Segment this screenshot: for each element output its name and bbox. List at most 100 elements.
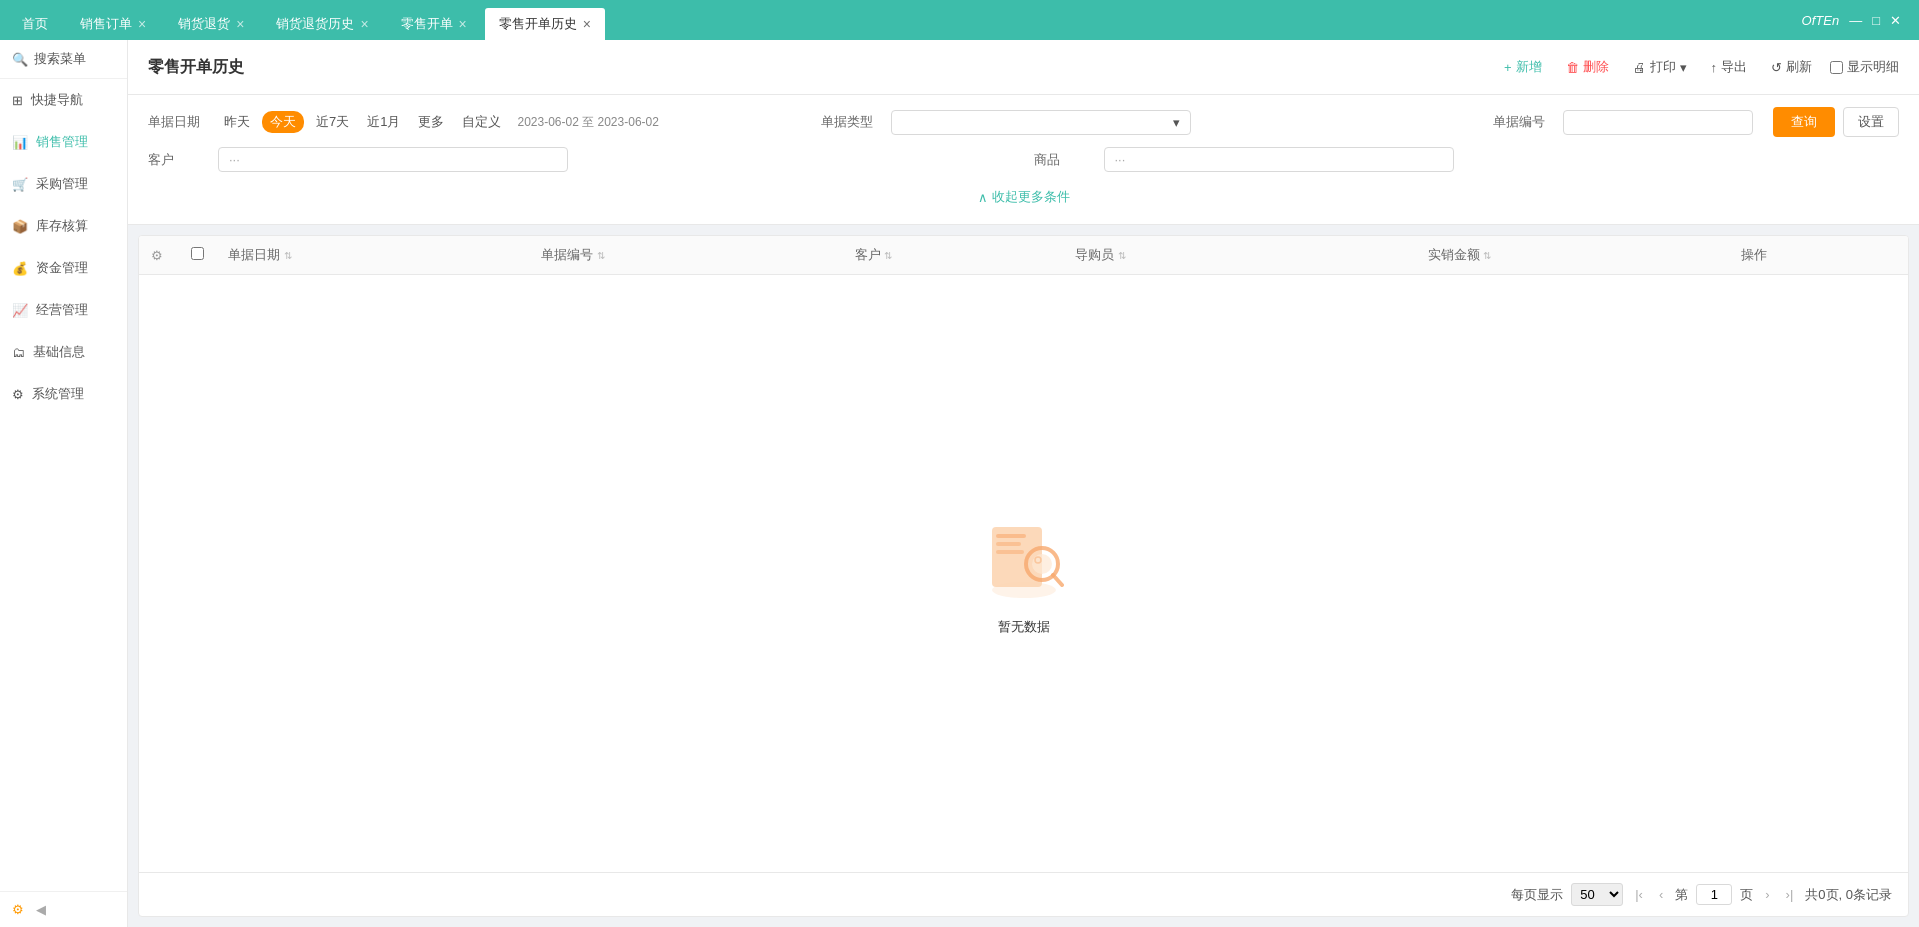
query-button[interactable]: 查询 [1773, 107, 1835, 137]
window-max-button[interactable]: □ [1872, 13, 1880, 28]
sidebar-item-basic-info[interactable]: 🗂 基础信息 [0, 331, 127, 373]
refresh-button-label: 刷新 [1786, 58, 1812, 76]
sidebar-item-sales-mgmt[interactable]: 📊 销售管理 [0, 121, 127, 163]
tab-retail-open[interactable]: 零售开单 [387, 8, 481, 40]
date-opt-more[interactable]: 更多 [412, 111, 450, 133]
quick-nav-icon: ⊞ [12, 93, 23, 108]
product-select[interactable]: ··· [1104, 147, 1454, 172]
sidebar-search-label: 搜索菜单 [34, 50, 86, 68]
th-amount-label: 实销金额 [1428, 247, 1480, 262]
sidebar-item-inventory[interactable]: 📦 库存核算 [0, 205, 127, 247]
prev-page-button[interactable]: ‹ [1655, 885, 1667, 904]
date-opt-custom[interactable]: 自定义 [456, 111, 507, 133]
customer-placeholder: ··· [229, 152, 240, 167]
print-button[interactable]: 🖨 打印 ▾ [1627, 54, 1693, 80]
doc-no-input[interactable] [1563, 110, 1753, 135]
product-filter: 商品 ··· [1034, 147, 1900, 172]
sidebar-bottom: ⚙ ◀ [0, 891, 127, 927]
per-page-label: 每页显示 [1511, 886, 1563, 904]
per-page-select[interactable]: 10 20 50 100 [1571, 883, 1623, 906]
tab-sales-return-history-close[interactable] [360, 16, 368, 32]
next-page-button[interactable]: › [1761, 885, 1773, 904]
tab-sales-return-history[interactable]: 销货退货历史 [262, 8, 382, 40]
tab-sales-return-label: 销货退货 [178, 15, 230, 33]
tab-sales-order[interactable]: 销售订单 [66, 8, 160, 40]
sidebar-item-inventory-label: 库存核算 [36, 217, 88, 235]
purchase-mgmt-icon: 🛒 [12, 177, 28, 192]
date-opt-yesterday[interactable]: 昨天 [218, 111, 256, 133]
date-filter: 单据日期 昨天 今天 近7天 近1月 更多 自定义 2023-06-02 至 2… [148, 111, 801, 133]
date-opt-last7[interactable]: 近7天 [310, 111, 355, 133]
print-button-label: 打印 [1650, 58, 1676, 76]
sidebar-item-finance[interactable]: 💰 资金管理 [0, 247, 127, 289]
window-close-button[interactable]: ✕ [1890, 13, 1901, 28]
th-guide: 导购员 ⇅ [1063, 236, 1330, 275]
th-action-label: 操作 [1741, 247, 1767, 262]
window-min-button[interactable]: — [1849, 13, 1862, 28]
operation-icon: 📈 [12, 303, 28, 318]
delete-button-label: 删除 [1583, 58, 1609, 76]
sidebar-item-system-mgmt[interactable]: ⚙ 系统管理 [0, 373, 127, 415]
collapse-more-button[interactable]: ∧ 收起更多条件 [148, 182, 1899, 212]
refresh-icon: ↺ [1771, 60, 1782, 75]
delete-icon: 🗑 [1566, 60, 1579, 75]
sort-date-icon[interactable]: ⇅ [284, 250, 292, 261]
doc-type-select[interactable]: ▾ [891, 110, 1191, 135]
export-button[interactable]: ↑ 导出 [1705, 54, 1754, 80]
print-down-icon: ▾ [1680, 60, 1687, 75]
filter-row-1: 单据日期 昨天 今天 近7天 近1月 更多 自定义 2023-06-02 至 2… [148, 107, 1899, 137]
table-settings-icon[interactable]: ⚙ [151, 248, 163, 263]
total-info: 共0页, 0条记录 [1805, 886, 1892, 904]
sidebar-search[interactable]: 搜索菜单 [0, 40, 127, 79]
sidebar-item-purchase-mgmt[interactable]: 🛒 采购管理 [0, 163, 127, 205]
date-opt-last-month[interactable]: 近1月 [361, 111, 406, 133]
action-buttons: 查询 设置 [1773, 107, 1899, 137]
last-page-button[interactable]: ›| [1782, 885, 1798, 904]
sort-no-icon[interactable]: ⇅ [597, 250, 605, 261]
sort-customer-icon[interactable]: ⇅ [884, 250, 892, 261]
tab-retail-open-close[interactable] [459, 16, 467, 32]
sort-amount-icon[interactable]: ⇅ [1483, 250, 1491, 261]
search-icon [12, 52, 28, 67]
refresh-button[interactable]: ↺ 刷新 [1765, 54, 1818, 80]
customer-select[interactable]: ··· [218, 147, 568, 172]
sidebar-item-operation[interactable]: 📈 经营管理 [0, 289, 127, 331]
new-button[interactable]: + 新增 [1498, 54, 1548, 80]
page-input[interactable]: 1 [1696, 884, 1732, 905]
th-spacer [1330, 236, 1416, 275]
tab-home[interactable]: 首页 [8, 8, 62, 40]
settings-button[interactable]: 设置 [1843, 107, 1899, 137]
page-label: 第 [1675, 886, 1688, 904]
date-range-display: 2023-06-02 至 2023-06-02 [517, 114, 658, 131]
sidebar-settings-icon[interactable]: ⚙ [12, 902, 24, 917]
doc-type-label: 单据类型 [821, 113, 881, 131]
show-detail-input[interactable] [1830, 61, 1843, 74]
th-guide-label: 导购员 [1075, 247, 1114, 262]
select-all-checkbox[interactable] [191, 247, 204, 260]
svg-rect-3 [996, 542, 1021, 546]
sidebar-item-quick-nav[interactable]: ⊞ 快捷导航 [0, 79, 127, 121]
delete-button[interactable]: 🗑 删除 [1560, 54, 1615, 80]
sidebar-item-basic-info-label: 基础信息 [33, 343, 85, 361]
export-icon: ↑ [1711, 60, 1718, 75]
page-title-row: 零售开单历史 + 新增 🗑 删除 🖨 打印 ▾ [148, 54, 1899, 80]
tab-sales-return[interactable]: 销货退货 [164, 8, 258, 40]
tab-retail-open-history-close[interactable] [583, 16, 591, 32]
doc-no-filter: 单据编号 [1493, 110, 1753, 135]
tab-sales-return-close[interactable] [236, 16, 244, 32]
tab-retail-open-history[interactable]: 零售开单历史 [485, 8, 605, 40]
finance-icon: 💰 [12, 261, 28, 276]
sidebar-item-operation-label: 经营管理 [36, 301, 88, 319]
svg-rect-4 [996, 550, 1024, 554]
table-wrapper: ⚙ 单据日期 ⇅ 单据编号 ⇅ [139, 236, 1908, 872]
product-placeholder: ··· [1115, 152, 1126, 167]
first-page-button[interactable]: |‹ [1631, 885, 1647, 904]
sort-guide-icon[interactable]: ⇅ [1118, 250, 1126, 261]
tab-sales-order-close[interactable] [138, 16, 146, 32]
filter-area: 单据日期 昨天 今天 近7天 近1月 更多 自定义 2023-06-02 至 2… [128, 95, 1919, 225]
date-opt-today[interactable]: 今天 [262, 111, 304, 133]
show-detail-checkbox[interactable]: 显示明细 [1830, 58, 1899, 76]
pagination: 每页显示 10 20 50 100 |‹ ‹ 第 1 页 › ›| 共0页, 0… [139, 872, 1908, 916]
show-detail-label: 显示明细 [1847, 58, 1899, 76]
sidebar-collapse-icon[interactable]: ◀ [36, 902, 46, 917]
